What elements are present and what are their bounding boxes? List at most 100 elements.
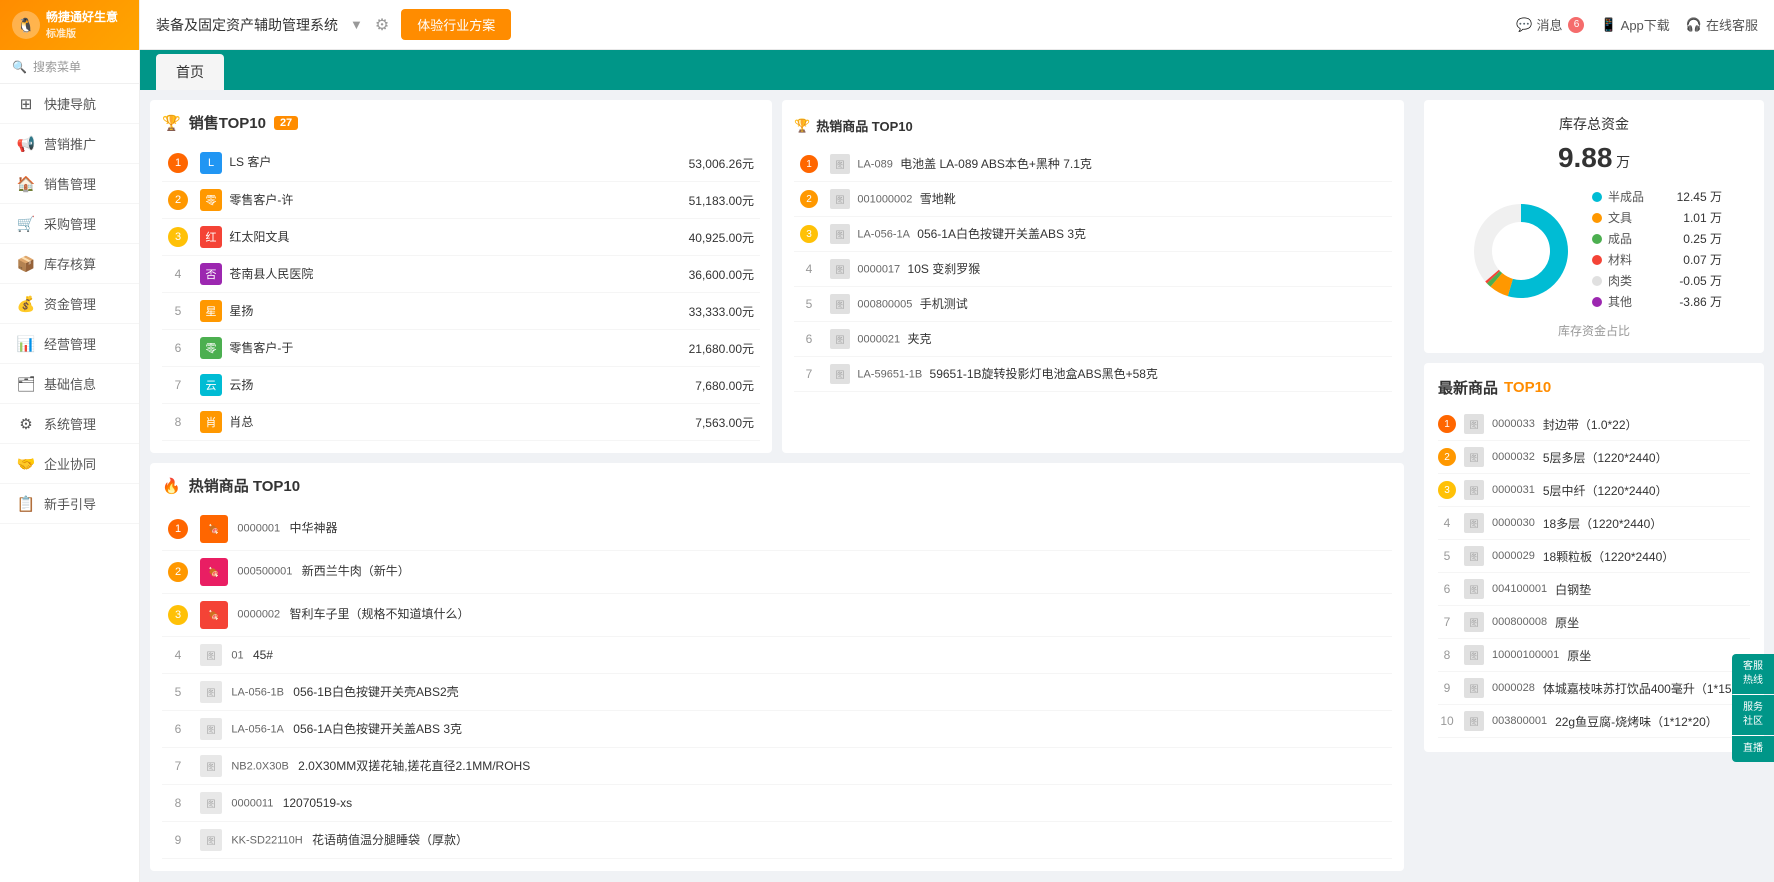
rank-cell: 6: [162, 711, 194, 748]
newest-product-row: 6 图 004100001 白钢垫: [1438, 573, 1750, 606]
legend-value: 1.01 万: [1683, 209, 1722, 226]
sidebar-item-quick-nav[interactable]: ⊞ 快捷导航: [0, 84, 139, 124]
newest-label: 最新商品: [1438, 377, 1498, 398]
sidebar-item-label: 系统管理: [44, 414, 96, 433]
newest-product-row: 7 图 000800008 原坐: [1438, 606, 1750, 639]
product-code: 0000029: [1492, 550, 1535, 562]
logo-icon: 🐧: [12, 11, 40, 39]
rank-cell: 7: [794, 357, 824, 392]
product-sales-right-row: 5 图 000800005 手机测试: [794, 287, 1392, 322]
sidebar-item-marketing[interactable]: 📢 营销推广: [0, 124, 139, 164]
sidebar-item-purchase[interactable]: 🛒 采购管理: [0, 204, 139, 244]
product-thumb-icon: 图: [1464, 480, 1484, 500]
sidebar-search[interactable]: 🔍 搜索菜单: [0, 50, 139, 84]
inventory-summary-panel: 库存总资金 9.88 万: [1424, 100, 1764, 353]
system-icon: ⚙: [16, 415, 36, 433]
sidebar-item-inventory[interactable]: 📦 库存核算: [0, 244, 139, 284]
legend-label: 其他: [1608, 293, 1673, 310]
sidebar-item-label: 基础信息: [44, 374, 96, 393]
hot-product-cell: 🍖 0000002 智利车子里（规格不知道填什么）: [194, 594, 1392, 637]
app-download-item[interactable]: 📱 App下载: [1600, 15, 1669, 34]
purchase-icon: 🛒: [16, 215, 36, 233]
experience-btn[interactable]: 体验行业方案: [401, 9, 511, 40]
product-name: 22g鱼豆腐-烧烤味（1*12*20）: [1555, 713, 1718, 730]
newest-product-row: 2 图 0000032 5层多层（1220*2440）: [1438, 441, 1750, 474]
tab-home[interactable]: 首页: [156, 54, 224, 90]
newest-product-row: 4 图 0000030 18多层（1220*2440）: [1438, 507, 1750, 540]
legend-label: 文具: [1608, 209, 1677, 226]
sales-icon: 🏠: [16, 175, 36, 193]
product-code: 004100001: [1492, 583, 1547, 595]
main-area: 装备及固定资产辅助管理系统 ▼ ⚙ 体验行业方案 💬 消息 6 📱 App下载 …: [140, 0, 1774, 882]
dropdown-arrow-icon[interactable]: ▼: [350, 17, 363, 32]
product-sales-right-row: 1 图 LA-089 电池盖 LA-089 ABS本色+黑种 7.1克: [794, 147, 1392, 182]
hot-product-cell: 图 NB2.0X30B 2.0X30MM双搓花轴,搓花直径2.1MM/ROHS: [194, 748, 1392, 785]
legend-dot: [1592, 276, 1602, 286]
sidebar-item-guide[interactable]: 📋 新手引导: [0, 484, 139, 524]
search-icon: 🔍: [12, 60, 27, 74]
settings-gear-icon[interactable]: ⚙: [375, 15, 389, 35]
sidebar-item-label: 资金管理: [44, 294, 96, 313]
guide-icon: 📋: [16, 495, 36, 513]
hot-product-cell: 图 01 45#: [194, 637, 1392, 674]
sidebar-item-finance[interactable]: 💰 资金管理: [0, 284, 139, 324]
customer-row: 7 云 云扬 7,680.00元: [162, 367, 760, 404]
product-info-cell: 图 0000017 10S 变刹罗猴: [824, 252, 1392, 287]
search-label: 搜索菜单: [33, 58, 81, 75]
product-thumb-icon: 图: [1464, 579, 1484, 599]
inventory-title: 库存总资金: [1438, 114, 1750, 134]
notifications-icon: 💬: [1516, 17, 1532, 33]
sidebar-item-enterprise[interactable]: 🤝 企业协同: [0, 444, 139, 484]
customer-name-cell: 否 苍南县人民医院: [194, 256, 544, 293]
headset-icon: 🎧: [1686, 17, 1702, 33]
legend-item: 材料 0.07 万: [1592, 251, 1722, 268]
product-sales-right-row: 3 图 LA-056-1A 056-1A白色按键开关盖ABS 3克: [794, 217, 1392, 252]
product-name: 18多层（1220*2440）: [1543, 515, 1662, 532]
finance-icon: 💰: [16, 295, 36, 313]
customer-row: 6 零 零售客户-于 21,680.00元: [162, 330, 760, 367]
legend-label: 材料: [1608, 251, 1677, 268]
customer-name-cell: 红 红太阳文具: [194, 219, 544, 256]
mobile-icon: 📱: [1600, 17, 1616, 33]
logo-text: 畅捷通好生意: [46, 10, 118, 26]
rank-cell: 1: [162, 508, 194, 551]
customer-amount-cell: 51,183.00元: [544, 182, 760, 219]
customer-amount-cell: 7,680.00元: [544, 367, 760, 404]
topbar: 装备及固定资产辅助管理系统 ▼ ⚙ 体验行业方案 💬 消息 6 📱 App下载 …: [140, 0, 1774, 50]
rank-cell: 3: [794, 217, 824, 252]
sidebar-item-basics[interactable]: 🗂 基础信息: [0, 364, 139, 404]
notifications-badge: 6: [1568, 17, 1584, 33]
float-btns: 客服热线 服务社区 直播: [1732, 654, 1774, 762]
trophy-icon: 🏆: [162, 114, 181, 132]
customer-name-cell: 星 星扬: [194, 293, 544, 330]
hot-product-row: 9 图 KK-SD22110H 花语萌值温分腿睡袋（厚款）: [162, 822, 1392, 859]
logo-text-area: 畅捷通好生意 标准版: [46, 10, 118, 41]
inventory-amount-unit: 万: [1616, 154, 1630, 170]
product-name: 原坐: [1555, 614, 1579, 631]
nav-tabs: 首页: [140, 50, 1774, 90]
online-service-item[interactable]: 🎧 在线客服: [1686, 15, 1758, 34]
content: 🏆 销售TOP10 27 1 L LS 客户 53,006.26元 2 零 零售…: [140, 90, 1774, 882]
product-sales-right-row: 6 图 0000021 夹克: [794, 322, 1392, 357]
hot-product-cell: 图 0000011 12070519-xs: [194, 785, 1392, 822]
main-panels: 🏆 销售TOP10 27 1 L LS 客户 53,006.26元 2 零 零售…: [140, 90, 1414, 882]
product-name: 18颗粒板（1220*2440）: [1543, 548, 1674, 565]
float-btn-service[interactable]: 客服热线: [1732, 654, 1774, 694]
sidebar-item-system[interactable]: ⚙ 系统管理: [0, 404, 139, 444]
product-code: 10000100001: [1492, 649, 1559, 661]
sidebar-item-label: 采购管理: [44, 214, 96, 233]
product-name: 5层中纤（1220*2440）: [1543, 482, 1668, 499]
sidebar-item-label: 新手引导: [44, 494, 96, 513]
sidebar-item-operations[interactable]: 📊 经营管理: [0, 324, 139, 364]
notifications-item[interactable]: 💬 消息 6: [1516, 15, 1584, 34]
product-code: 0000028: [1492, 682, 1535, 694]
hot-product-row: 6 图 LA-056-1A 056-1A白色按键开关盖ABS 3克: [162, 711, 1392, 748]
float-btn-community[interactable]: 服务社区: [1732, 695, 1774, 735]
hot-product-cell: 🍖 000500001 新西兰牛肉（新牛）: [194, 551, 1392, 594]
newest-product-row: 1 图 0000033 封边带（1.0*22）: [1438, 408, 1750, 441]
legend-value: -0.05 万: [1679, 272, 1722, 289]
legend-item: 肉类 -0.05 万: [1592, 272, 1722, 289]
float-btn-live[interactable]: 直播: [1732, 736, 1774, 762]
sidebar-item-sales[interactable]: 🏠 销售管理: [0, 164, 139, 204]
rank-cell: 2: [162, 551, 194, 594]
